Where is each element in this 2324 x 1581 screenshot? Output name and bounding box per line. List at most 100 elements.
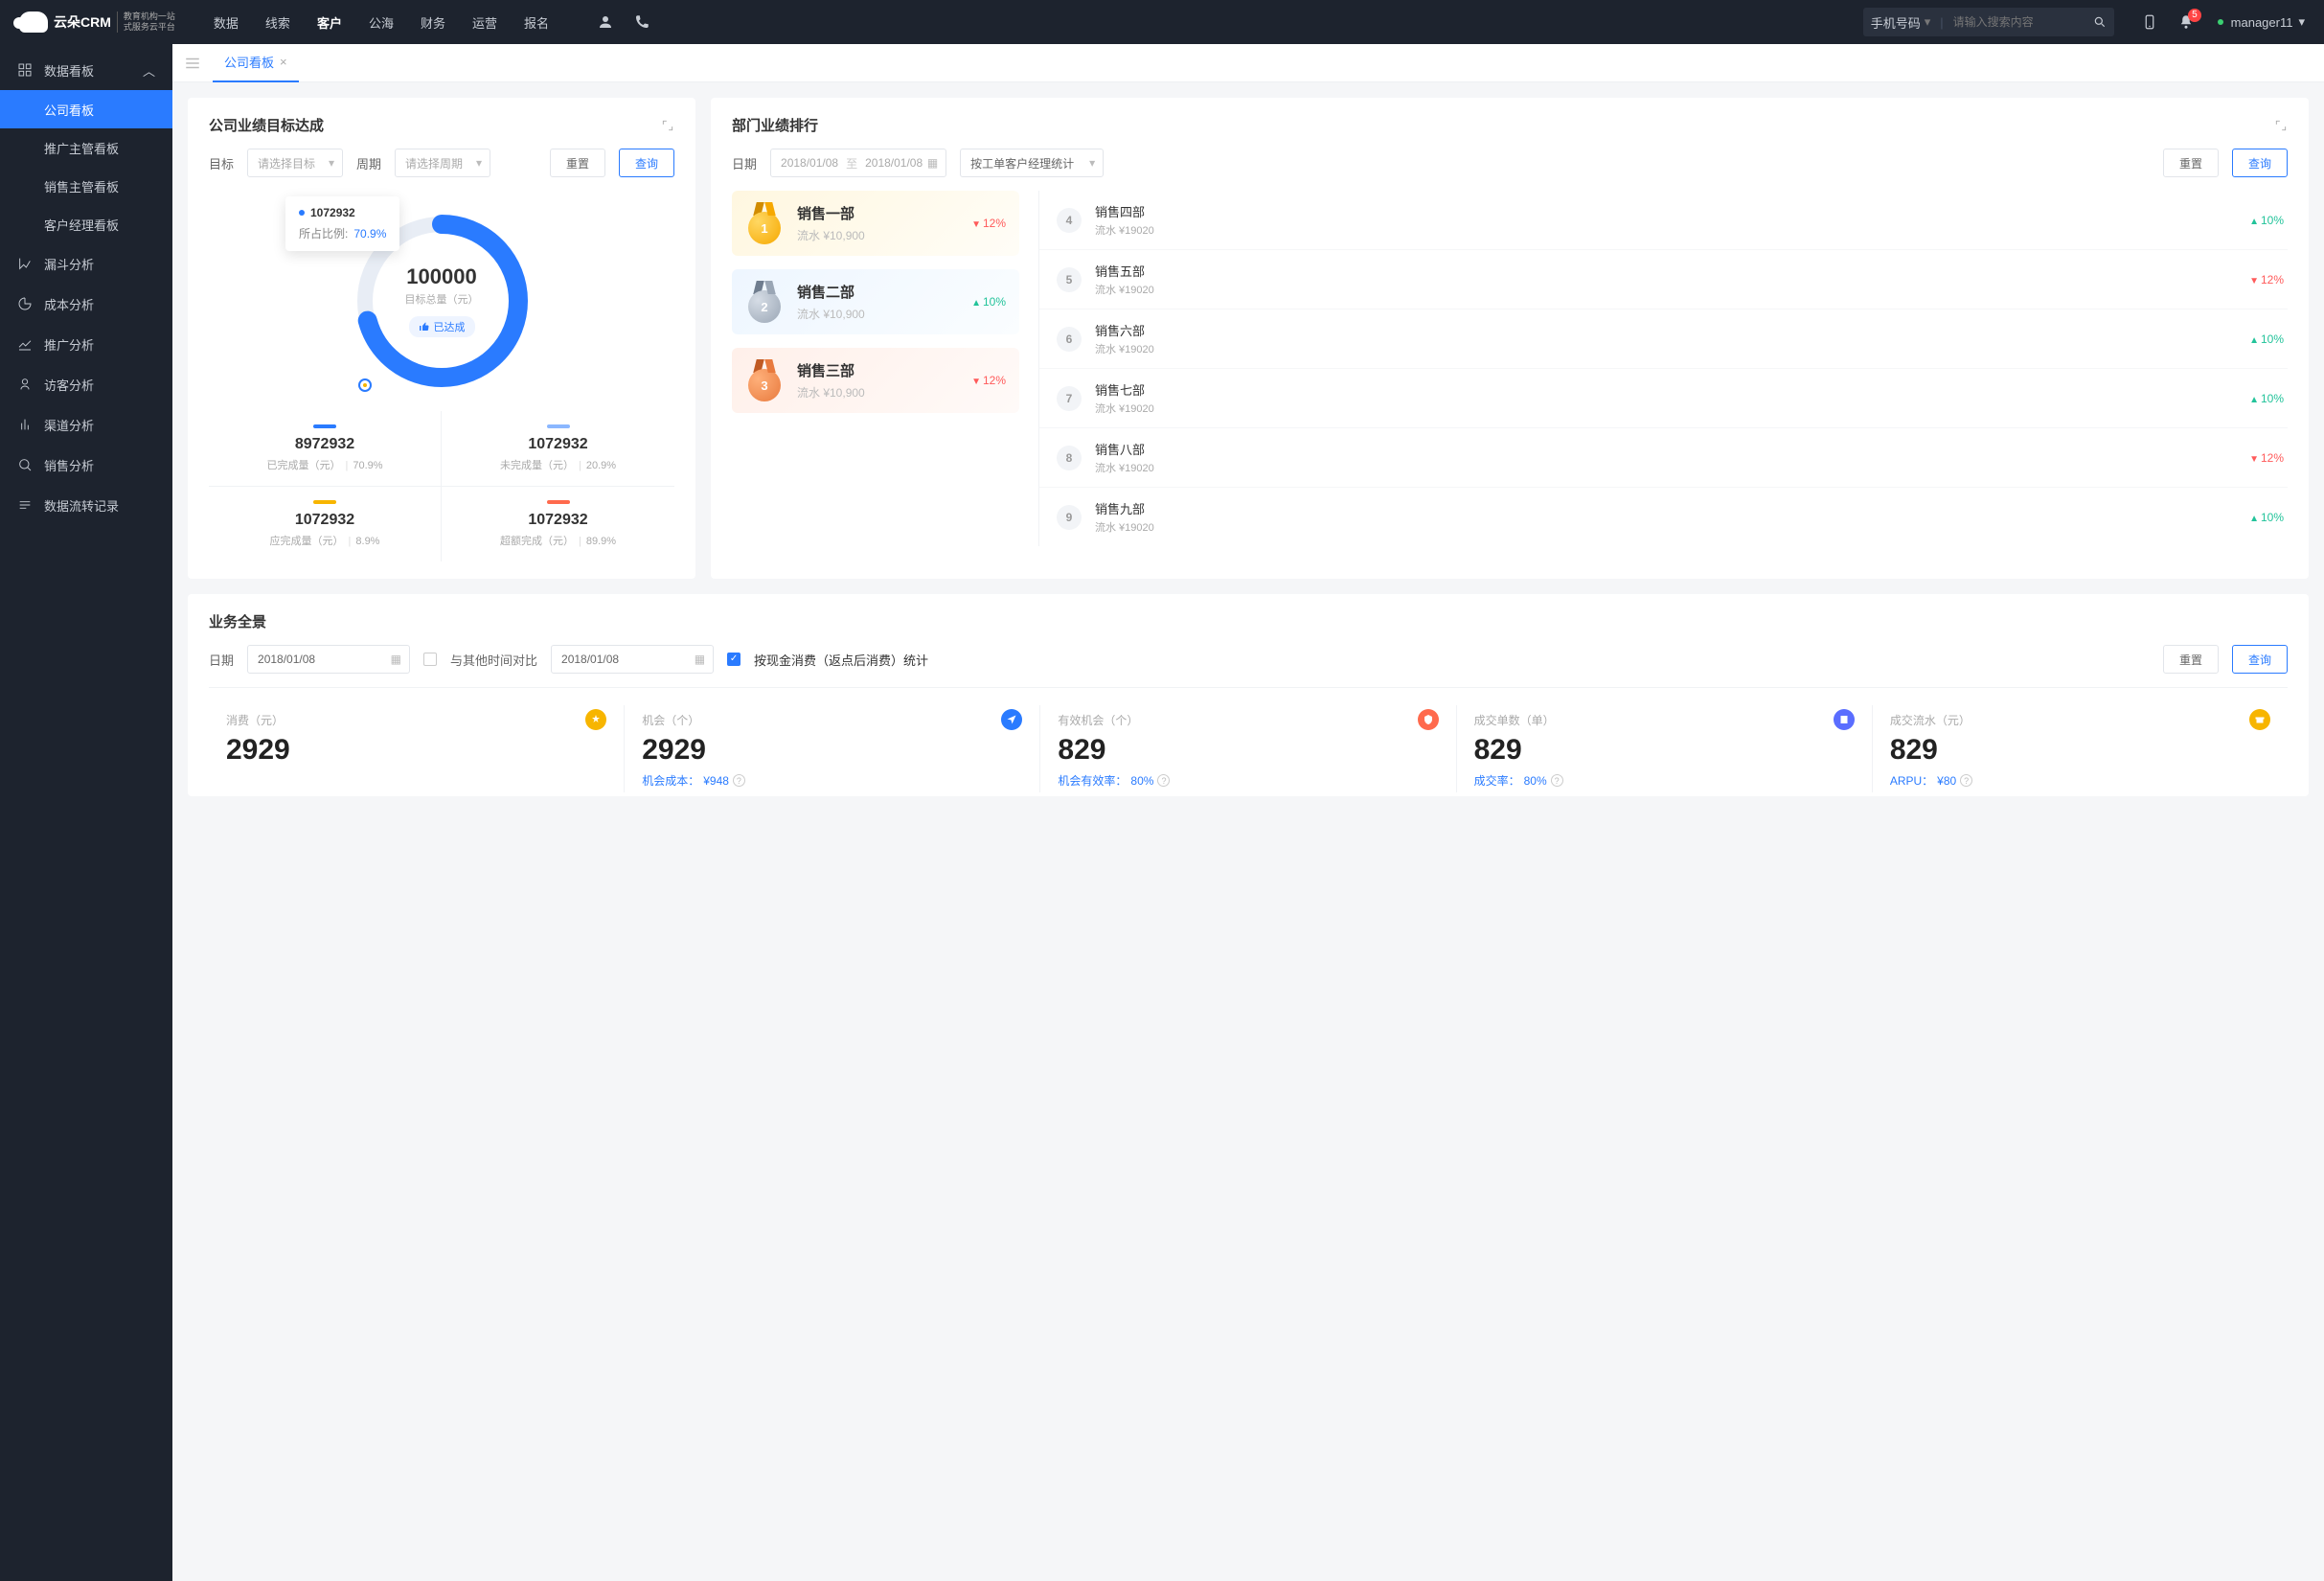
reached-text: 已达成	[434, 319, 466, 334]
tab-company-board[interactable]: 公司看板 ×	[213, 44, 299, 82]
date-range-input[interactable]: 2018/01/08 至 2018/01/08 ▦	[770, 149, 946, 177]
help-icon[interactable]: ?	[1960, 774, 1972, 787]
sidebar-item[interactable]: 数据流转记录	[0, 485, 172, 525]
reached-badge: 已达成	[409, 316, 475, 337]
trend-indicator: ▲10%	[2249, 214, 2284, 227]
card-title: 业务全景	[209, 611, 266, 631]
search-type-select[interactable]: 手机号码	[1871, 13, 1921, 32]
ranking-podium-item[interactable]: 2销售二部流水 ¥10,900▲10%	[732, 269, 1019, 334]
reset-button[interactable]: 重置	[2163, 645, 2219, 674]
expand-icon[interactable]	[661, 119, 674, 132]
ranking-row[interactable]: 9销售九部流水 ¥19020▲10%	[1039, 488, 2288, 546]
logo-subtitle: 教育机构一站 式服务云平台	[117, 11, 175, 33]
sidebar-item[interactable]: 访客分析	[0, 364, 172, 404]
ranking-list: 4销售四部流水 ¥19020▲10%5销售五部流水 ¥19020▼12%6销售六…	[1038, 191, 2288, 546]
bell-icon[interactable]: 5	[2177, 13, 2195, 31]
ranking-row[interactable]: 5销售五部流水 ¥19020▼12%	[1039, 250, 2288, 309]
chevron-down-icon: ▾	[476, 156, 482, 170]
device-icon[interactable]	[2141, 13, 2158, 31]
nav-item[interactable]: 公海	[369, 13, 394, 32]
sidebar-sub-item[interactable]: 客户经理看板	[0, 205, 172, 243]
logo[interactable]: 云朵CRM 教育机构一站 式服务云平台	[19, 11, 175, 33]
ranking-row[interactable]: 4销售四部流水 ¥19020▲10%	[1039, 191, 2288, 250]
ranking-top3: 1销售一部流水 ¥10,900▼12% 2销售二部流水 ¥10,900▲10% 3销…	[732, 191, 1019, 546]
trend-indicator: ▲10%	[971, 295, 1006, 309]
card-title: 公司业绩目标达成	[209, 115, 324, 135]
top-nav: 数据 线索 客户 公海 财务 运营 报名	[214, 13, 549, 32]
nav-item[interactable]: 数据	[214, 13, 239, 32]
period-select[interactable]: 请选择周期▾	[395, 149, 490, 177]
kpi-icon	[1001, 709, 1022, 730]
nav-item[interactable]: 线索	[265, 13, 290, 32]
date-from: 2018/01/08	[781, 156, 838, 170]
sidebar-item[interactable]: 漏斗分析	[0, 243, 172, 284]
nav-item[interactable]: 客户	[317, 13, 342, 32]
phone-icon[interactable]	[633, 13, 650, 31]
ranking-podium-item[interactable]: 1销售一部流水 ¥10,900▼12%	[732, 191, 1019, 256]
chevron-up-icon: ︿	[143, 61, 155, 80]
ranking-podium-item[interactable]: 3销售三部流水 ¥10,900▼12%	[732, 348, 1019, 413]
trend-indicator: ▼12%	[971, 217, 1006, 230]
tooltip-pct: 70.9%	[353, 227, 386, 241]
nav-item[interactable]: 报名	[524, 13, 549, 32]
medal-icon: 3	[745, 359, 784, 401]
breakdown-cell: 1072932未完成量（元）|20.9%	[442, 411, 674, 487]
ranking-row[interactable]: 8销售八部流水 ¥19020▼12%	[1039, 428, 2288, 488]
rank-number: 4	[1057, 208, 1082, 233]
nav-item[interactable]: 运营	[472, 13, 497, 32]
search-input[interactable]	[1953, 15, 2087, 29]
menu-icon	[17, 377, 33, 392]
query-button[interactable]: 查询	[2232, 645, 2288, 674]
date-label: 日期	[209, 651, 234, 669]
sidebar-sub-item[interactable]: 推广主管看板	[0, 128, 172, 167]
help-icon[interactable]: ?	[1157, 774, 1170, 787]
kpi-card: 消费（元）2929	[209, 705, 625, 792]
rank-number: 9	[1057, 505, 1082, 530]
menu-icon	[17, 336, 33, 352]
sidebar-item[interactable]: 渠道分析	[0, 404, 172, 445]
user-icon[interactable]	[597, 13, 614, 31]
ranking-row[interactable]: 6销售六部流水 ¥19020▲10%	[1039, 309, 2288, 369]
reset-button[interactable]: 重置	[550, 149, 605, 177]
compare-checkbox[interactable]	[423, 653, 437, 666]
kpi-card: 成交流水（元）829ARPU：¥80?	[1873, 705, 2288, 792]
chevron-down-icon: ▾	[1925, 14, 1931, 30]
cash-checkbox[interactable]	[727, 653, 740, 666]
ranking-row[interactable]: 7销售七部流水 ¥19020▲10%	[1039, 369, 2288, 428]
sidebar-group-dashboard[interactable]: 数据看板 ︿	[0, 50, 172, 90]
topbar: 云朵CRM 教育机构一站 式服务云平台 数据 线索 客户 公海 财务 运营 报名 手机号码 …	[0, 0, 2324, 44]
query-button[interactable]: 查询	[2232, 149, 2288, 177]
trend-indicator: ▲10%	[2249, 392, 2284, 405]
breakdown-cell: 8972932已完成量（元）|70.9%	[209, 411, 442, 487]
reset-button[interactable]: 重置	[2163, 149, 2219, 177]
help-icon[interactable]: ?	[1551, 774, 1563, 787]
achievement-breakdown: 8972932已完成量（元）|70.9%1072932未完成量（元）|20.9%…	[209, 411, 674, 561]
global-search: 手机号码 ▾ |	[1863, 8, 2114, 36]
sidebar-item[interactable]: 成本分析	[0, 284, 172, 324]
date-input-1[interactable]: 2018/01/08▦	[247, 645, 410, 674]
search-icon[interactable]	[2093, 15, 2107, 29]
sidebar-item[interactable]: 销售分析	[0, 445, 172, 485]
stat-by-select[interactable]: 按工单客户经理统计▾	[960, 149, 1104, 177]
chevron-down-icon: ▾	[329, 156, 334, 170]
nav-item[interactable]: 财务	[421, 13, 445, 32]
menu-toggle-icon[interactable]	[184, 55, 201, 72]
close-icon[interactable]: ×	[280, 55, 287, 69]
sidebar-item[interactable]: 推广分析	[0, 324, 172, 364]
sidebar-sub-item[interactable]: 销售主管看板	[0, 167, 172, 205]
medal-icon: 1	[745, 202, 784, 244]
sidebar-sub-item[interactable]: 公司看板	[0, 90, 172, 128]
date-input-2[interactable]: 2018/01/08▦	[551, 645, 714, 674]
notification-badge: 5	[2188, 9, 2201, 22]
query-button[interactable]: 查询	[619, 149, 674, 177]
card-dept-ranking: 部门业绩排行 日期 2018/01/08 至 2018/01/08 ▦ 按工单客…	[711, 98, 2309, 579]
menu-icon	[17, 417, 33, 432]
help-icon[interactable]: ?	[733, 774, 745, 787]
date-to: 2018/01/08	[865, 156, 923, 170]
target-select[interactable]: 请选择目标▾	[247, 149, 343, 177]
donut-total-label: 目标总量（元）	[405, 291, 479, 307]
menu-icon	[17, 497, 33, 513]
expand-icon[interactable]	[2274, 119, 2288, 132]
calendar-icon: ▦	[695, 653, 705, 666]
user-menu[interactable]: manager11 ▾	[2218, 14, 2305, 30]
